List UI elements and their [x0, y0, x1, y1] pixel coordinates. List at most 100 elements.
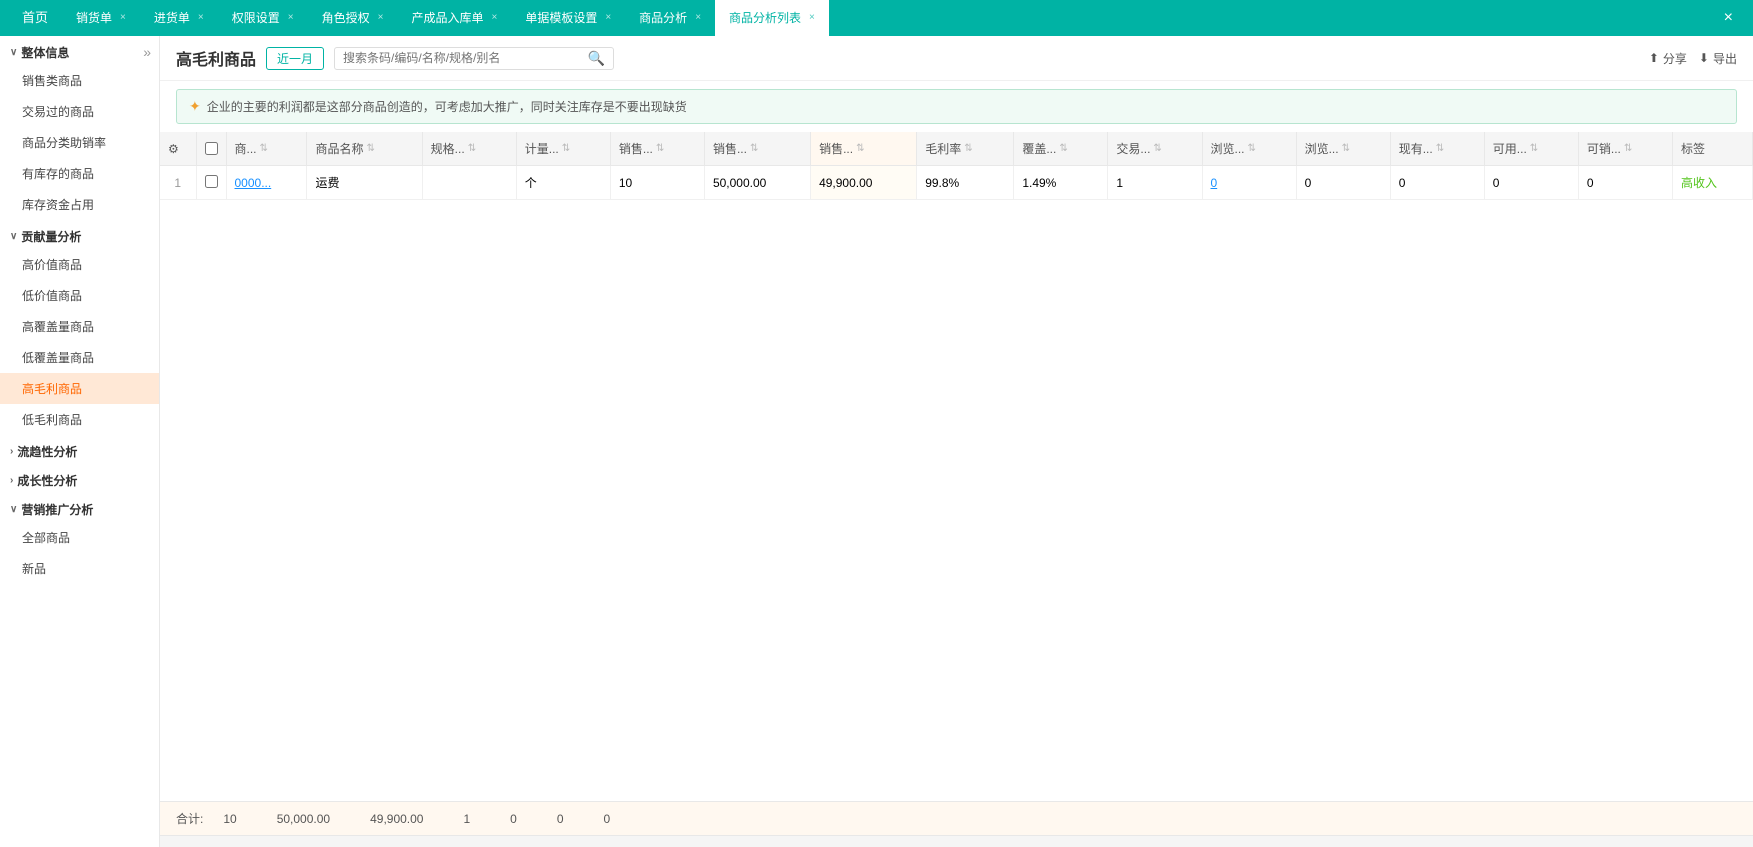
- search-input[interactable]: [343, 51, 584, 65]
- close-analysis-list-tab[interactable]: ×: [809, 0, 815, 36]
- sidebar-item-sales-goods[interactable]: 销售类商品: [0, 65, 159, 96]
- row-unit: 个: [516, 166, 610, 200]
- sidebar-group-trend[interactable]: › 流趋性分析: [0, 435, 159, 464]
- sidebar-item-low-margin[interactable]: 低毛利商品: [0, 404, 159, 435]
- sort-sellable-icon: ⇅: [1624, 143, 1632, 154]
- sidebar: » ∨ 整体信息 销售类商品 交易过的商品 商品分类助销率 有库存的商品 库存资…: [0, 36, 160, 847]
- footer-current-stock: 0: [557, 812, 564, 826]
- close-stockin-tab[interactable]: ×: [491, 0, 497, 36]
- close-purchase-tab[interactable]: ×: [198, 0, 204, 36]
- sidebar-group-contribution[interactable]: ∨ 贡献量分析: [0, 220, 159, 249]
- sidebar-group-growth[interactable]: › 成长性分析: [0, 464, 159, 493]
- sidebar-item-stock-capital[interactable]: 库存资金占用: [0, 189, 159, 220]
- sidebar-item-new-goods[interactable]: 新品: [0, 553, 159, 584]
- close-roles-tab[interactable]: ×: [378, 0, 384, 36]
- col-sellable[interactable]: 可销... ⇅: [1578, 132, 1672, 166]
- main-layout: » ∨ 整体信息 销售类商品 交易过的商品 商品分类助销率 有库存的商品 库存资…: [0, 36, 1753, 847]
- col-spec[interactable]: 规格... ⇅: [422, 132, 516, 166]
- col-unit[interactable]: 计量... ⇅: [516, 132, 610, 166]
- nav-template[interactable]: 单据模板设置 ×: [511, 0, 625, 36]
- footer-sales-profit: 49,900.00: [370, 812, 423, 826]
- col-coverage[interactable]: 覆盖... ⇅: [1014, 132, 1108, 166]
- col-view2[interactable]: 浏览... ⇅: [1296, 132, 1390, 166]
- sidebar-item-all-goods[interactable]: 全部商品: [0, 522, 159, 553]
- info-banner: ✦ 企业的主要的利润都是这部分商品创造的，可考虑加大推广，同时关注库存是不要出现…: [176, 89, 1737, 124]
- sort-coverage-icon: ⇅: [1059, 143, 1067, 154]
- sidebar-group-marketing[interactable]: ∨ 营销推广分析: [0, 493, 159, 522]
- row-sellable: 0: [1578, 166, 1672, 200]
- col-current-stock[interactable]: 现有... ⇅: [1390, 132, 1484, 166]
- arrow-contribution: ∨: [10, 231, 17, 242]
- sidebar-item-traded-goods[interactable]: 交易过的商品: [0, 96, 159, 127]
- row-checkbox[interactable]: [205, 175, 218, 188]
- nav-home[interactable]: 首页: [8, 0, 62, 36]
- info-icon: ✦: [189, 98, 201, 115]
- col-sales-amount[interactable]: 销售... ⇅: [704, 132, 810, 166]
- sort-spec-icon: ⇅: [468, 143, 476, 154]
- close-sales-tab[interactable]: ×: [120, 0, 126, 36]
- sidebar-item-high-coverage[interactable]: 高覆盖量商品: [0, 311, 159, 342]
- arrow-trend: ›: [10, 446, 13, 457]
- sidebar-item-in-stock[interactable]: 有库存的商品: [0, 158, 159, 189]
- sidebar-item-high-value[interactable]: 高价值商品: [0, 249, 159, 280]
- row-gross-margin: 99.8%: [917, 166, 1014, 200]
- sort-stock-icon: ⇅: [1436, 143, 1444, 154]
- sidebar-item-category-rate[interactable]: 商品分类助销率: [0, 127, 159, 158]
- sort-amount-icon: ⇅: [750, 143, 758, 154]
- footer-totals: 10 50,000.00 49,900.00 1 0 0 0: [223, 812, 610, 826]
- share-icon: ⬆: [1649, 51, 1659, 65]
- col-name[interactable]: 商品名称 ⇅: [307, 132, 422, 166]
- row-checkbox-cell[interactable]: [196, 166, 226, 200]
- arrow-growth: ›: [10, 475, 13, 486]
- nav-stock-in[interactable]: 产成品入库单 ×: [397, 0, 511, 36]
- sort-unit-icon: ⇅: [562, 143, 570, 154]
- recent-month-button[interactable]: 近一月: [266, 47, 324, 70]
- col-sales-qty[interactable]: 销售... ⇅: [610, 132, 704, 166]
- nav-purchase[interactable]: 进货单 ×: [140, 0, 218, 36]
- col-view1[interactable]: 浏览... ⇅: [1202, 132, 1296, 166]
- sidebar-group-overall[interactable]: ∨ 整体信息: [0, 36, 159, 65]
- col-gross-margin[interactable]: 毛利率 ⇅: [917, 132, 1014, 166]
- page-title: 高毛利商品: [176, 46, 256, 70]
- nav-roles[interactable]: 角色授权 ×: [308, 0, 398, 36]
- col-settings[interactable]: ⚙: [160, 132, 196, 166]
- sort-available-icon: ⇅: [1530, 143, 1538, 154]
- sort-margin-icon: ⇅: [964, 143, 972, 154]
- row-num: 1: [160, 166, 196, 200]
- nav-product-analysis[interactable]: 商品分析 ×: [625, 0, 715, 36]
- data-table: ⚙ 商... ⇅ 商品名称: [160, 132, 1753, 200]
- col-sales-profit[interactable]: 销售... ⇅: [811, 132, 917, 166]
- col-available[interactable]: 可用... ⇅: [1484, 132, 1578, 166]
- window-close-button[interactable]: ×: [1712, 9, 1745, 27]
- search-box: 🔍: [334, 47, 614, 70]
- nav-sales[interactable]: 销货单 ×: [62, 0, 140, 36]
- sidebar-item-low-value[interactable]: 低价值商品: [0, 280, 159, 311]
- export-icon: ⬇: [1699, 51, 1709, 65]
- col-tag[interactable]: 标签: [1672, 132, 1752, 166]
- col-code[interactable]: 商... ⇅: [226, 132, 307, 166]
- table-row: 1 0000... 运费 个 10 50,000.00 49,900.00 99…: [160, 166, 1753, 200]
- export-button[interactable]: ⬇ 导出: [1699, 50, 1737, 67]
- header-actions: ⬆ 分享 ⬇ 导出: [1649, 50, 1737, 67]
- sidebar-item-low-coverage[interactable]: 低覆盖量商品: [0, 342, 159, 373]
- row-current-stock: 0: [1390, 166, 1484, 200]
- sidebar-item-high-margin[interactable]: 高毛利商品: [0, 373, 159, 404]
- close-permissions-tab[interactable]: ×: [288, 0, 294, 36]
- close-analysis-tab[interactable]: ×: [695, 0, 701, 36]
- close-template-tab[interactable]: ×: [605, 0, 611, 36]
- search-icon[interactable]: 🔍: [588, 50, 605, 67]
- nav-product-analysis-list[interactable]: 商品分析列表 ×: [715, 0, 829, 36]
- row-code[interactable]: 0000...: [226, 166, 307, 200]
- footer-label: 合计:: [176, 810, 203, 827]
- col-checkbox[interactable]: [196, 132, 226, 166]
- row-spec: [422, 166, 516, 200]
- nav-permissions[interactable]: 权限设置 ×: [218, 0, 308, 36]
- row-view1[interactable]: 0: [1202, 166, 1296, 200]
- col-transaction[interactable]: 交易... ⇅: [1108, 132, 1202, 166]
- footer-bar: 合计: 10 50,000.00 49,900.00 1 0 0 0: [160, 801, 1753, 835]
- horizontal-scrollbar[interactable]: [160, 835, 1753, 847]
- sidebar-collapse-button[interactable]: »: [143, 44, 151, 60]
- share-button[interactable]: ⬆ 分享: [1649, 50, 1687, 67]
- select-all-checkbox[interactable]: [205, 142, 218, 155]
- sort-code-icon: ⇅: [260, 143, 268, 154]
